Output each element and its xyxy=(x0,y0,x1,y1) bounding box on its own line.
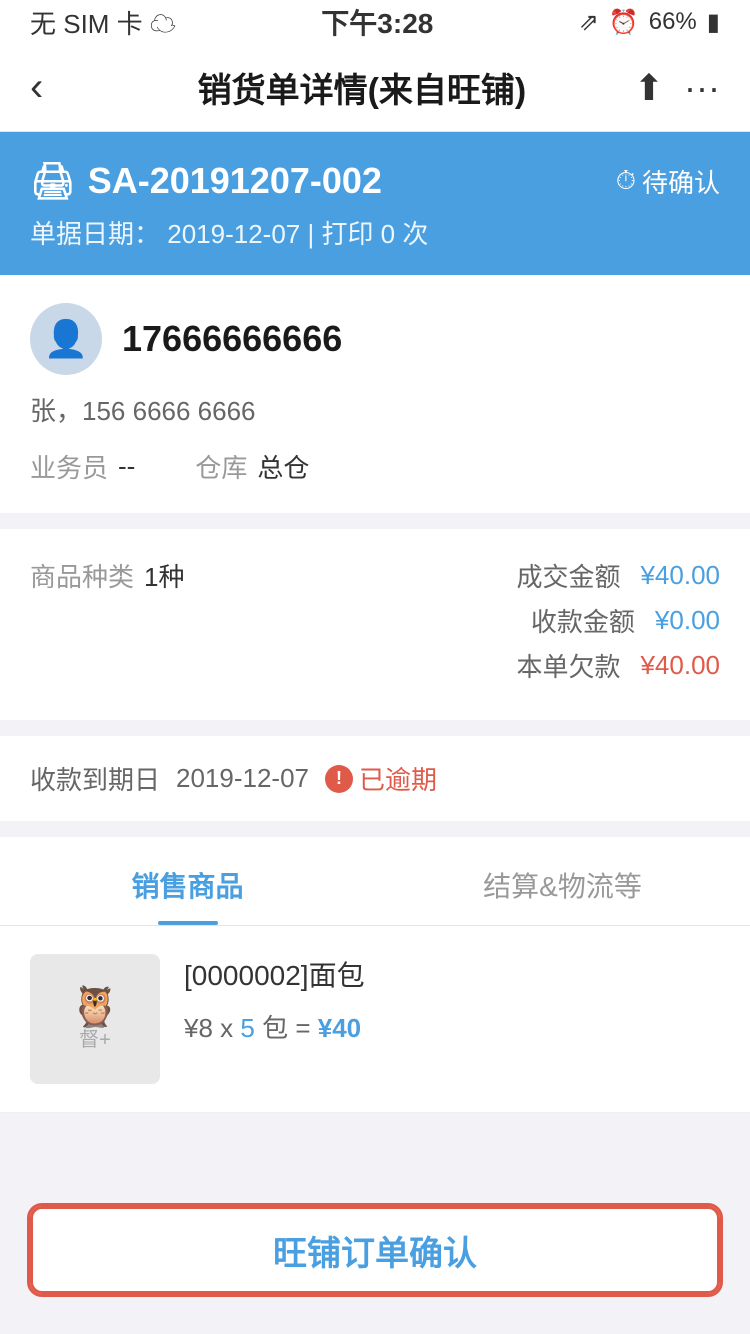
battery-icon: ▮ xyxy=(707,8,720,37)
salesperson-field: 业务员 -- xyxy=(30,448,135,485)
product-price: ¥8 xyxy=(184,1013,213,1043)
summary-right: 成交金额 ¥40.00 收款金额 ¥0.00 本单欠款 ¥40.00 xyxy=(516,557,720,692)
product-equals: = xyxy=(295,1013,317,1043)
print-info: | 打印 0 次 xyxy=(307,219,428,249)
back-button[interactable]: ‹ xyxy=(30,65,90,110)
received-amount-row: 收款金额 ¥0.00 xyxy=(516,602,720,639)
product-type-label: 商品种类 xyxy=(30,557,134,594)
summary-left: 商品种类 1种 xyxy=(30,557,184,692)
confirm-order-button[interactable]: 旺铺订单确认 xyxy=(30,1206,720,1294)
due-amount-value: ¥40.00 xyxy=(640,650,720,681)
overdue-icon: ! xyxy=(325,765,353,793)
product-item: 🦉 督+ [0000002]面包 ¥8 x 5 包 = ¥40 xyxy=(0,926,750,1113)
product-list: 🦉 督+ [0000002]面包 ¥8 x 5 包 = ¥40 xyxy=(0,926,750,1113)
due-date-label: 收款到期日 xyxy=(30,760,160,797)
due-date-card: 收款到期日 2019-12-07 ! 已逾期 xyxy=(0,736,750,821)
product-thumb-inner: 🦉 督+ xyxy=(30,954,160,1084)
alarm-icon: ⏰ xyxy=(609,8,639,37)
order-date-row: 单据日期： 2019-12-07 | 打印 0 次 xyxy=(30,214,720,251)
product-type-value: 1种 xyxy=(144,557,184,594)
product-brand-plus: 督+ xyxy=(79,1023,111,1052)
transaction-amount-value: ¥40.00 xyxy=(640,560,720,591)
received-amount-value: ¥0.00 xyxy=(655,605,720,636)
avatar-icon: 👤 xyxy=(44,318,89,360)
confirm-button-wrap: 旺铺订单确认 xyxy=(0,1206,750,1294)
order-date-value: 2019-12-07 xyxy=(167,219,300,249)
product-unit: 包 xyxy=(262,1013,288,1043)
overdue-badge: ! 已逾期 xyxy=(325,760,437,797)
nav-actions: ⬆ ··· xyxy=(634,67,720,109)
status-text: 待确认 xyxy=(642,163,720,200)
product-qty: 5 xyxy=(240,1013,262,1043)
due-date-value: 2019-12-07 xyxy=(176,763,309,794)
order-print-icon: 🖨 xyxy=(30,160,76,202)
warehouse-field: 仓库 总仓 xyxy=(195,448,309,485)
product-total: ¥40 xyxy=(318,1013,361,1043)
due-amount-label: 本单欠款 xyxy=(516,647,620,684)
order-status: ⏱ 待确认 xyxy=(616,163,720,200)
product-owl-icon: 🦉 xyxy=(70,987,120,1027)
order-id: 🖨 SA-20191207-002 xyxy=(30,160,382,202)
summary-card: 商品种类 1种 成交金额 ¥40.00 收款金额 ¥0.00 本单欠款 ¥40.… xyxy=(0,529,750,720)
sim-status: 无 SIM 卡 ☁ xyxy=(30,4,176,41)
order-id-text: SA-20191207-002 xyxy=(88,160,382,202)
product-price-row: ¥8 x 5 包 = ¥40 xyxy=(184,1008,720,1045)
status-right: ⇗ ⏰ 66% ▮ xyxy=(579,8,720,37)
page-title: 销货单详情(来自旺铺) xyxy=(90,63,634,112)
order-header: 🖨 SA-20191207-002 ⏱ 待确认 单据日期： 2019-12-07… xyxy=(0,132,750,275)
customer-name: 张，156 6666 6666 xyxy=(30,391,720,428)
warehouse-value: 总仓 xyxy=(257,448,309,485)
tab-products[interactable]: 销售商品 xyxy=(0,837,375,925)
warehouse-label: 仓库 xyxy=(195,448,247,485)
salesperson-value: -- xyxy=(118,451,135,482)
status-time: 下午3:28 xyxy=(321,2,433,42)
received-amount-label: 收款金额 xyxy=(531,602,635,639)
tab-settlement[interactable]: 结算&物流等 xyxy=(375,837,750,925)
tabs-bar: 销售商品 结算&物流等 xyxy=(0,837,750,926)
product-name: [0000002]面包 xyxy=(184,954,720,994)
product-info: [0000002]面包 ¥8 x 5 包 = ¥40 xyxy=(184,954,720,1084)
customer-meta: 业务员 -- 仓库 总仓 xyxy=(30,448,720,485)
avatar: 👤 xyxy=(30,303,102,375)
transaction-amount-row: 成交金额 ¥40.00 xyxy=(516,557,720,594)
date-label: 单据日期： xyxy=(30,219,160,249)
product-multiply: x xyxy=(220,1013,240,1043)
transaction-amount-label: 成交金额 xyxy=(516,557,620,594)
status-bar: 无 SIM 卡 ☁ 下午3:28 ⇗ ⏰ 66% ▮ xyxy=(0,0,750,44)
status-clock-icon: ⏱ xyxy=(616,165,636,197)
battery-level: 66% xyxy=(649,8,697,36)
customer-phone: 17666666666 xyxy=(122,318,342,360)
share-button[interactable]: ⬆ xyxy=(634,67,664,109)
status-left: 无 SIM 卡 ☁ xyxy=(30,4,176,41)
overdue-text: 已逾期 xyxy=(359,760,437,797)
location-icon: ⇗ xyxy=(579,8,599,37)
customer-card: 👤 17666666666 张，156 6666 6666 业务员 -- 仓库 … xyxy=(0,275,750,513)
product-type-row: 商品种类 1种 xyxy=(30,557,184,594)
product-thumbnail: 🦉 督+ xyxy=(30,954,160,1084)
salesperson-label: 业务员 xyxy=(30,448,108,485)
more-button[interactable]: ··· xyxy=(684,67,720,109)
due-amount-row: 本单欠款 ¥40.00 xyxy=(516,647,720,684)
nav-bar: ‹ 销货单详情(来自旺铺) ⬆ ··· xyxy=(0,44,750,132)
